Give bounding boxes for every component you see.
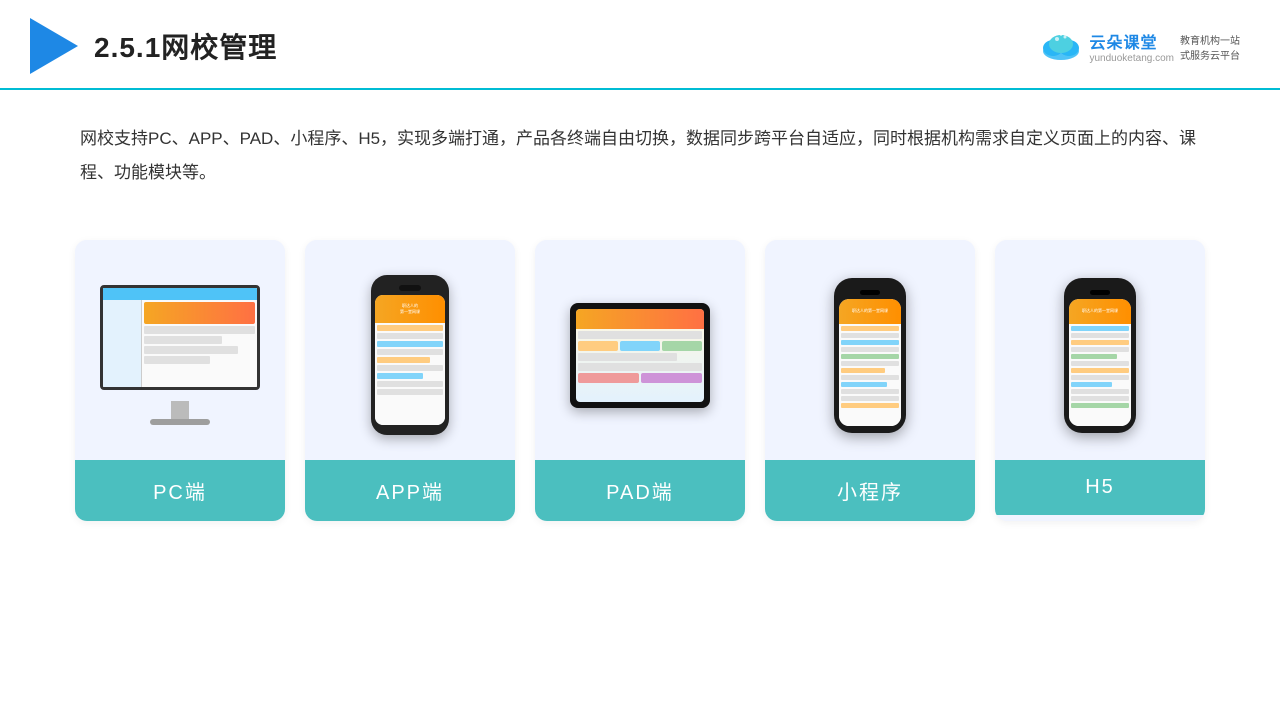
tablet-screen — [576, 309, 704, 402]
phone-notch — [399, 285, 421, 291]
card-label-app: APP端 — [305, 460, 515, 521]
desktop-mockup — [90, 285, 270, 425]
card-label-pc: PC端 — [75, 460, 285, 521]
card-pad: PAD端 — [535, 240, 745, 521]
header: 2.5.1网校管理 云朵课堂 yunduoketang.com 教育机构一站式服… — [0, 0, 1280, 90]
mini-phone-mockup-miniprogram: 职达人的第一堂网课 — [834, 278, 906, 433]
card-app: 职达人的第一堂网课 APP端 — [305, 240, 515, 521]
cards-container: PC端 职达人的第一堂网课 — [0, 220, 1280, 541]
mini-phone-notch-h5 — [1090, 290, 1110, 295]
brand-tagline: 教育机构一站式服务云平台 — [1180, 32, 1240, 62]
header-left: 2.5.1网校管理 — [30, 18, 277, 74]
phone-mockup-app: 职达人的第一堂网课 — [371, 275, 449, 435]
card-label-miniprogram: 小程序 — [765, 460, 975, 521]
brand-name: 云朵课堂 — [1089, 29, 1174, 53]
card-label-pad: PAD端 — [535, 460, 745, 521]
mini-phone-notch — [860, 290, 880, 295]
card-image-app: 职达人的第一堂网课 — [305, 240, 515, 460]
header-right: 云朵课堂 yunduoketang.com 教育机构一站式服务云平台 — [1039, 29, 1240, 64]
brand-url: yunduoketang.com — [1089, 53, 1174, 64]
card-miniprogram: 职达人的第一堂网课 — [765, 240, 975, 521]
card-pc: PC端 — [75, 240, 285, 521]
description-text: 网校支持PC、APP、PAD、小程序、H5，实现多端打通，产品各终端自由切换，数… — [0, 90, 1280, 210]
card-h5: 职达人的第一堂网课 — [995, 240, 1205, 521]
desktop-screen — [100, 285, 260, 390]
card-label-h5: H5 — [995, 460, 1205, 515]
mini-phone-screen: 职达人的第一堂网课 — [839, 299, 901, 426]
logo-triangle-icon — [30, 18, 78, 74]
phone-screen: 职达人的第一堂网课 — [375, 295, 445, 425]
mini-phone-screen-h5: 职达人的第一堂网课 — [1069, 299, 1131, 426]
card-image-miniprogram: 职达人的第一堂网课 — [765, 240, 975, 460]
card-image-pc — [75, 240, 285, 460]
tablet-mockup — [570, 303, 710, 408]
cloud-icon — [1039, 31, 1083, 61]
mini-phone-mockup-h5: 职达人的第一堂网课 — [1064, 278, 1136, 433]
brand-text: 云朵课堂 yunduoketang.com — [1089, 29, 1174, 64]
card-image-h5: 职达人的第一堂网课 — [995, 240, 1205, 460]
card-image-pad — [535, 240, 745, 460]
page-title: 2.5.1网校管理 — [94, 26, 277, 66]
brand-logo: 云朵课堂 yunduoketang.com 教育机构一站式服务云平台 — [1039, 29, 1240, 64]
